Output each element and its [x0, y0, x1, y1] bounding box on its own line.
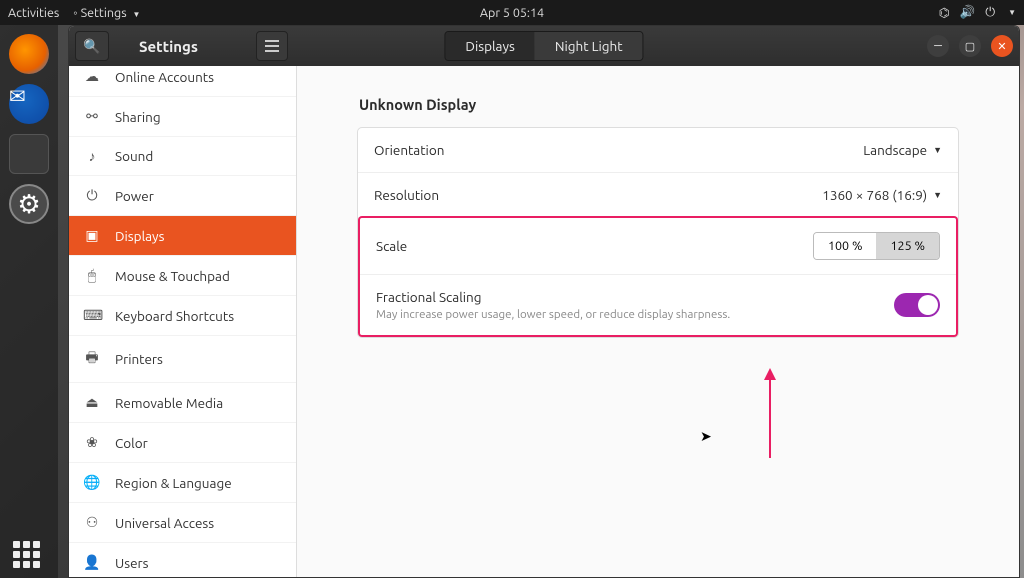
activities-button[interactable]: Activities [8, 6, 59, 20]
sidebar-item-region[interactable]: 🌐 Region & Language [69, 463, 296, 503]
sidebar-item-removable[interactable]: ⏏ Removable Media [69, 383, 296, 423]
color-icon: ❀ [83, 434, 101, 451]
sidebar-item-label: Sound [115, 148, 153, 164]
main-content: Unknown Display Orientation Landscape ▼ … [297, 66, 1019, 577]
clock[interactable]: Apr 5 05:14 [480, 6, 544, 20]
sidebar-item-label: Sharing [115, 109, 161, 125]
power-icon[interactable]: ⏻ [985, 5, 995, 20]
cloud-icon: ☁ [83, 68, 101, 85]
scale-row: Scale 100 % 125 % [360, 218, 956, 275]
accessibility-icon: ⚇ [83, 514, 101, 531]
displays-icon: ▣ [83, 227, 101, 244]
tab-night-light[interactable]: Night Light [535, 32, 643, 60]
sidebar-item-color[interactable]: ❀ Color [69, 423, 296, 463]
show-applications[interactable] [13, 541, 40, 568]
system-menu-chevron[interactable]: ▼ [1008, 8, 1016, 17]
window-title: Settings [139, 38, 198, 55]
search-button[interactable]: 🔍 [75, 31, 109, 61]
dock-settings[interactable]: ⚙ [6, 181, 52, 227]
dock-thunderbird[interactable]: ✉ [6, 81, 52, 127]
sidebar-item-printers[interactable]: 🖶 Printers [69, 336, 296, 383]
fractional-scaling-desc: May increase power usage, lower speed, o… [376, 308, 730, 321]
maximize-button[interactable]: ▢ [959, 35, 981, 57]
tab-displays[interactable]: Displays [445, 32, 534, 60]
settings-sidebar: ☁ Online Accounts ⚯ Sharing ♪ Sound ⏻ Po… [69, 66, 297, 577]
sidebar-item-label: Displays [115, 228, 164, 244]
settings-window: 🔍 Settings Displays Night Light ─ ▢ ✕ ☁ … [68, 25, 1020, 578]
orientation-value: Landscape [863, 142, 927, 158]
sidebar-item-label: Removable Media [115, 395, 223, 411]
sidebar-item-label: Power [115, 188, 154, 204]
chevron-down-icon: ▼ [933, 145, 942, 155]
eject-icon: ⏏ [83, 394, 101, 411]
printer-icon: 🖶 [83, 347, 101, 371]
resolution-row[interactable]: Resolution 1360 × 768 (16:9) ▼ [358, 173, 958, 218]
mouse-icon: 🖱 [83, 267, 101, 284]
minimize-button[interactable]: ─ [927, 35, 949, 57]
scale-segmented: 100 % 125 % [813, 232, 940, 260]
sidebar-item-users[interactable]: 👤 Users [69, 543, 296, 577]
close-button[interactable]: ✕ [991, 35, 1013, 57]
resolution-value: 1360 × 768 (16:9) [822, 187, 927, 203]
display-settings-list: Orientation Landscape ▼ Resolution 1360 … [357, 127, 959, 338]
user-icon: 👤 [83, 554, 101, 571]
scale-option-100[interactable]: 100 % [814, 233, 877, 259]
sidebar-item-keyboard[interactable]: ⌨ Keyboard Shortcuts [69, 296, 296, 336]
scale-label: Scale [376, 238, 407, 254]
sidebar-item-label: Keyboard Shortcuts [115, 308, 234, 324]
scale-option-125[interactable]: 125 % [876, 233, 939, 259]
globe-icon: 🌐 [83, 474, 101, 491]
dock: ✉ ⚙ [0, 25, 58, 578]
share-icon: ⚯ [83, 108, 101, 125]
sidebar-item-label: Online Accounts [115, 69, 214, 85]
chevron-down-icon: ▼ [933, 190, 942, 200]
keyboard-icon: ⌨ [83, 307, 101, 324]
sound-icon: ♪ [83, 148, 101, 164]
power-icon: ⏻ [83, 187, 101, 204]
sidebar-item-online-accounts[interactable]: ☁ Online Accounts [69, 66, 296, 97]
sidebar-item-label: Region & Language [115, 475, 232, 491]
sidebar-item-mouse[interactable]: 🖱 Mouse & Touchpad [69, 256, 296, 296]
fractional-scaling-label: Fractional Scaling [376, 289, 730, 305]
network-icon[interactable]: ⌬ [939, 5, 950, 20]
sidebar-item-label: Users [115, 555, 149, 571]
fractional-scaling-toggle[interactable] [894, 293, 940, 317]
dock-files[interactable] [6, 131, 52, 177]
sidebar-item-label: Printers [115, 351, 163, 367]
display-name-heading: Unknown Display [359, 96, 959, 113]
sidebar-item-power[interactable]: ⏻ Power [69, 176, 296, 216]
resolution-label: Resolution [374, 187, 439, 203]
orientation-label: Orientation [374, 142, 444, 158]
sidebar-item-label: Mouse & Touchpad [115, 268, 230, 284]
app-menu[interactable]: ◦ Settings ▼ [73, 6, 140, 20]
hamburger-menu[interactable] [256, 31, 288, 61]
sidebar-item-label: Color [115, 435, 148, 451]
dock-firefox[interactable] [6, 31, 52, 77]
sidebar-item-universal[interactable]: ⚇ Universal Access [69, 503, 296, 543]
sidebar-item-displays[interactable]: ▣ Displays [69, 216, 296, 256]
fractional-scaling-row: Fractional Scaling May increase power us… [360, 275, 956, 335]
sidebar-item-sharing[interactable]: ⚯ Sharing [69, 97, 296, 137]
orientation-row[interactable]: Orientation Landscape ▼ [358, 128, 958, 173]
annotation-highlight: Scale 100 % 125 % Fractional Scaling May… [358, 216, 958, 337]
sidebar-item-label: Universal Access [115, 515, 214, 531]
titlebar: 🔍 Settings Displays Night Light ─ ▢ ✕ [69, 26, 1019, 66]
view-switcher: Displays Night Light [444, 31, 643, 61]
volume-icon[interactable]: 🔊 [960, 5, 976, 20]
gnome-top-panel: Activities ◦ Settings ▼ Apr 5 05:14 ⌬ 🔊 … [0, 0, 1024, 25]
sidebar-item-sound[interactable]: ♪ Sound [69, 137, 296, 176]
